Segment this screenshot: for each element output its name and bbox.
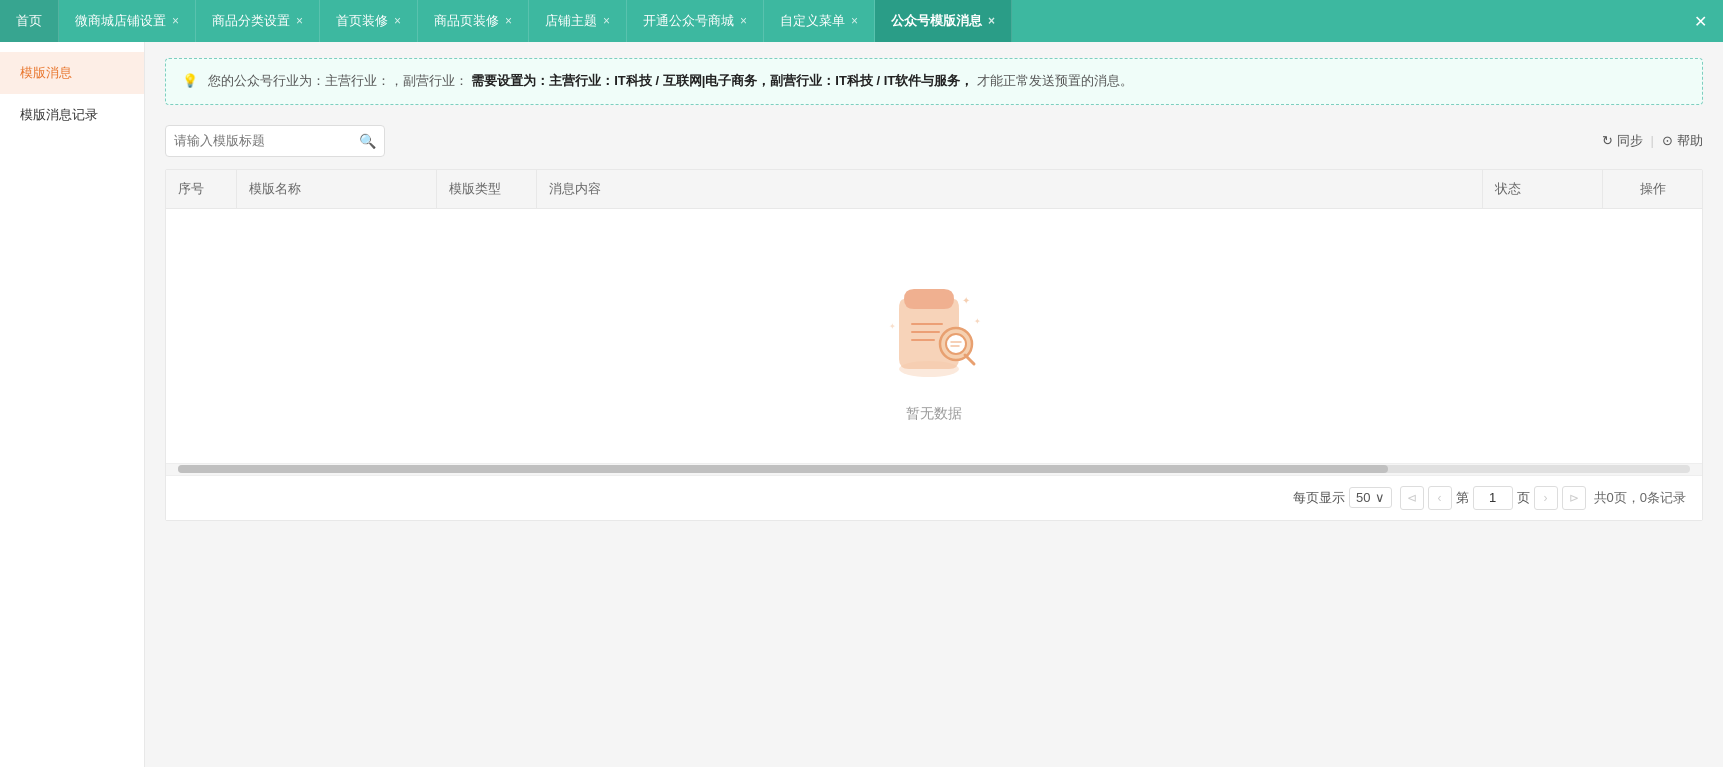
per-page-dropdown[interactable]: 50 ∨ (1349, 487, 1391, 508)
close-template-msg[interactable]: × (988, 14, 995, 28)
sync-button[interactable]: ↻ 同步 (1602, 132, 1643, 150)
col-header-seq: 序号 (166, 170, 236, 208)
empty-state: ✦ ✦ ✦ 暂无数据 (166, 209, 1702, 463)
last-page-button[interactable]: ⊳ (1562, 486, 1586, 510)
pagination-bar: 每页显示 50 ∨ ⊲ ‹ 第 页 › ⊳ 共0页，0条记录 (166, 475, 1702, 520)
scrollbar-track (178, 465, 1690, 473)
nav-category-settings[interactable]: 商品分类设置 × (196, 0, 320, 42)
dropdown-arrow-icon: ∨ (1375, 490, 1385, 505)
next-page-button[interactable]: › (1534, 486, 1558, 510)
close-store-theme[interactable]: × (603, 14, 610, 28)
page-navigation: ⊲ ‹ 第 页 › ⊳ (1400, 486, 1586, 510)
col-header-status: 状态 (1482, 170, 1602, 208)
svg-text:✦: ✦ (962, 295, 970, 306)
nav-template-msg[interactable]: 公众号模版消息 × (875, 0, 1012, 42)
close-product-decoration[interactable]: × (505, 14, 512, 28)
sync-icon: ↻ (1602, 133, 1613, 148)
scrollbar-thumb[interactable] (178, 465, 1388, 473)
sidebar: 模版消息 模版消息记录 (0, 42, 145, 767)
nav-custom-menu[interactable]: 自定义菜单 × (764, 0, 875, 42)
nav-store-settings[interactable]: 微商城店铺设置 × (59, 0, 196, 42)
top-nav: 首页 微商城店铺设置 × 商品分类设置 × 首页装修 × 商品页装修 × 店铺主… (0, 0, 1723, 42)
page-number-input[interactable] (1473, 486, 1513, 510)
nav-store-theme[interactable]: 店铺主题 × (529, 0, 627, 42)
close-home-decoration[interactable]: × (394, 14, 401, 28)
close-store-settings[interactable]: × (172, 14, 179, 28)
svg-text:✦: ✦ (889, 322, 896, 331)
search-left: 🔍 (165, 125, 385, 157)
divider: | (1651, 133, 1654, 148)
help-button[interactable]: ⊙ 帮助 (1662, 132, 1703, 150)
search-input-wrap: 🔍 (165, 125, 385, 157)
prev-page-button[interactable]: ‹ (1428, 486, 1452, 510)
main-layout: 模版消息 模版消息记录 💡 您的公众号行业为：主营行业：，副营行业： 需要设置为… (0, 42, 1723, 767)
nav-home-decoration[interactable]: 首页装修 × (320, 0, 418, 42)
svg-point-5 (946, 334, 966, 354)
search-input[interactable] (174, 133, 359, 148)
close-custom-menu[interactable]: × (851, 14, 858, 28)
first-page-button[interactable]: ⊲ (1400, 486, 1424, 510)
table-wrapper: 序号 模版名称 模版类型 消息内容 状态 操作 (165, 169, 1703, 521)
close-open-wechat[interactable]: × (740, 14, 747, 28)
nav-open-wechat[interactable]: 开通公众号商城 × (627, 0, 764, 42)
empty-text: 暂无数据 (906, 405, 962, 423)
nav-product-decoration[interactable]: 商品页装修 × (418, 0, 529, 42)
search-icon[interactable]: 🔍 (359, 133, 376, 149)
search-bar: 🔍 ↻ 同步 | ⊙ 帮助 (165, 125, 1703, 157)
col-header-name: 模版名称 (236, 170, 436, 208)
close-category-settings[interactable]: × (296, 14, 303, 28)
col-header-content: 消息内容 (536, 170, 1482, 208)
empty-illustration: ✦ ✦ ✦ (874, 269, 994, 389)
notice-box: 💡 您的公众号行业为：主营行业：，副营行业： 需要设置为：主营行业：IT科技 /… (165, 58, 1703, 105)
horizontal-scrollbar[interactable] (166, 463, 1702, 475)
page-size-select: 每页显示 50 ∨ (1293, 487, 1391, 508)
total-info: 共0页，0条记录 (1594, 489, 1686, 507)
table-header: 序号 模版名称 模版类型 消息内容 状态 操作 (166, 170, 1702, 209)
col-header-action: 操作 (1602, 170, 1702, 208)
nav-home[interactable]: 首页 (0, 0, 59, 42)
help-icon: ⊙ (1662, 133, 1673, 148)
sidebar-item-template-message-log[interactable]: 模版消息记录 (0, 94, 144, 136)
search-right: ↻ 同步 | ⊙ 帮助 (1602, 132, 1703, 150)
svg-text:✦: ✦ (974, 317, 981, 326)
close-all-tabs[interactable]: ✕ (1678, 0, 1723, 42)
sidebar-item-template-message[interactable]: 模版消息 (0, 52, 144, 94)
main-content: 💡 您的公众号行业为：主营行业：，副营行业： 需要设置为：主营行业：IT科技 /… (145, 42, 1723, 767)
notice-icon: 💡 (182, 73, 198, 88)
col-header-type: 模版类型 (436, 170, 536, 208)
svg-line-6 (965, 355, 974, 364)
